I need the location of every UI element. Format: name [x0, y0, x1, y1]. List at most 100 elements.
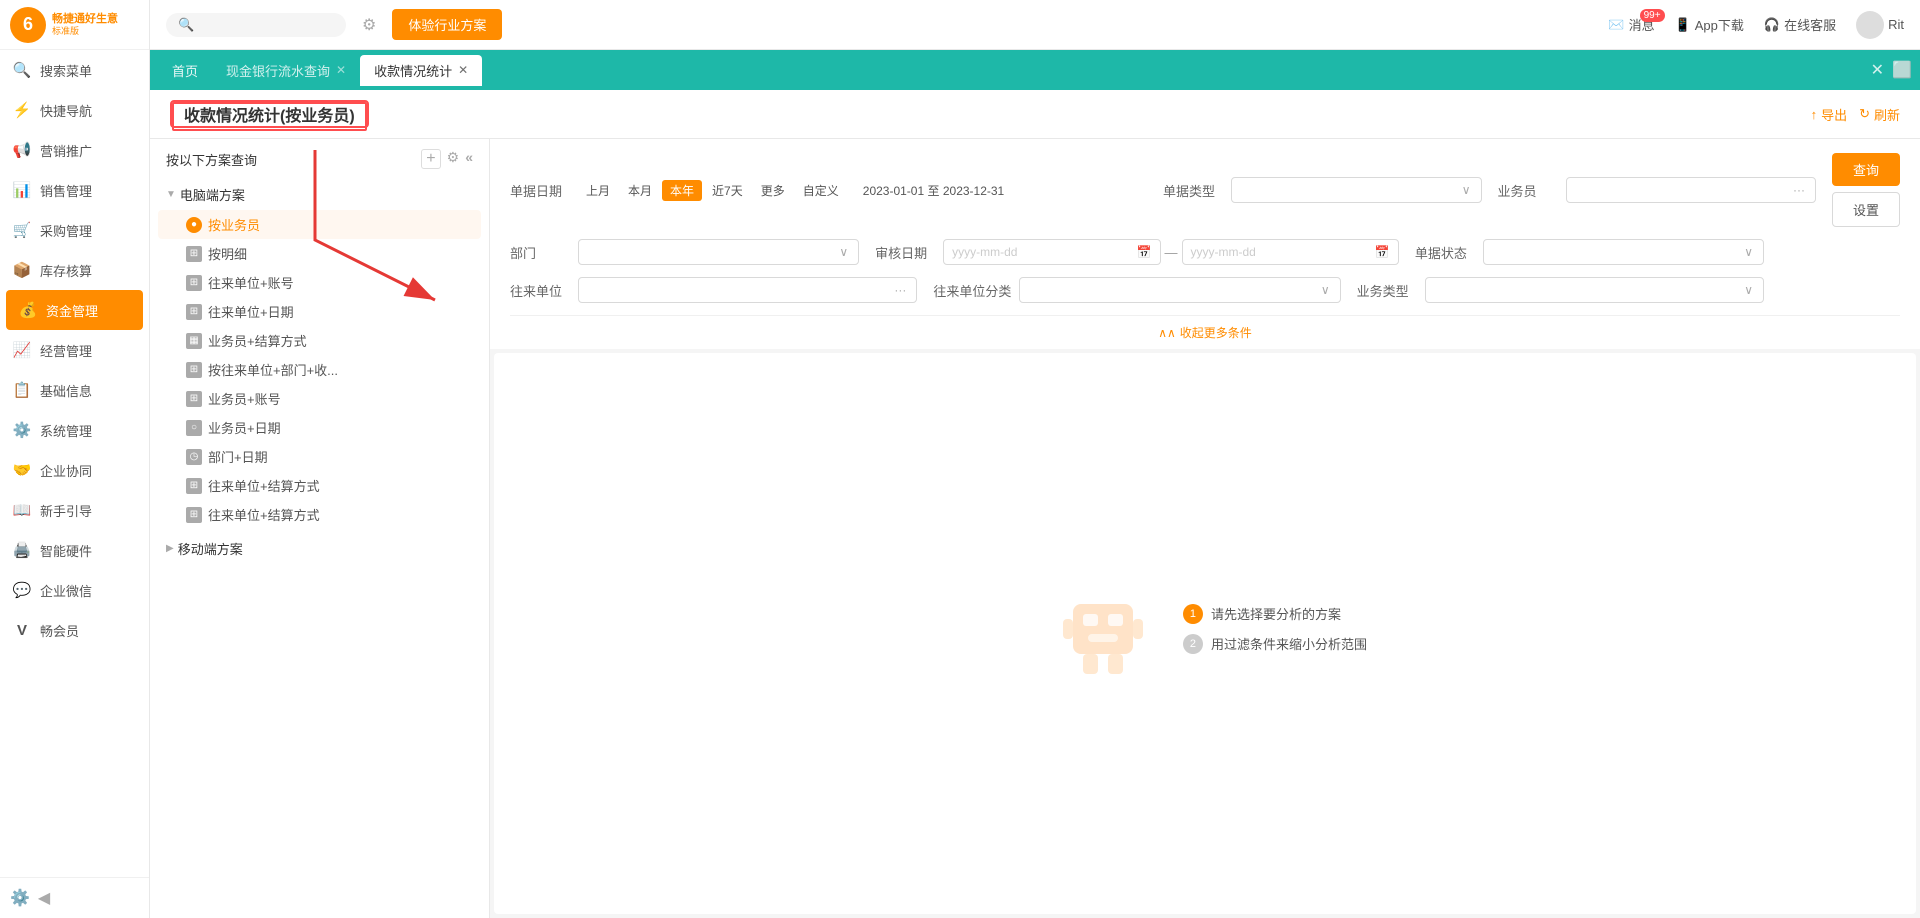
app-version: 标准版 — [52, 26, 118, 38]
counterparty-more-icon[interactable]: ··· — [894, 283, 906, 297]
collapse-up-icon: ∧∧ — [1158, 326, 1176, 340]
unit-account-icon: ⊞ — [186, 275, 202, 291]
salesman-settle-icon: ▦ — [186, 333, 202, 349]
purchase-icon: 🛒 — [12, 220, 32, 240]
salesman-label: 业务员 — [1498, 181, 1558, 200]
setting-button[interactable]: 设置 — [1832, 192, 1900, 227]
sidebar-item-business[interactable]: 📈 经营管理 — [0, 330, 149, 370]
nav-search-input[interactable] — [202, 18, 332, 32]
review-start-date[interactable]: yyyy-mm-dd 📅 — [943, 239, 1160, 265]
sidebar-item-member[interactable]: V 畅会员 — [0, 610, 149, 650]
sidebar-item-marketing[interactable]: 📢 营销推广 — [0, 130, 149, 170]
tree-parent-mobile[interactable]: ▶ 移动端方案 — [158, 533, 481, 564]
sidebar-item-search[interactable]: 🔍 搜索菜单 — [0, 50, 149, 90]
sidebar-item-sales[interactable]: 📊 销售管理 — [0, 170, 149, 210]
search-icon: 🔍 — [12, 60, 32, 80]
review-end-date[interactable]: yyyy-mm-dd 📅 — [1182, 239, 1399, 265]
sidebar-item-inventory[interactable]: 📦 库存核算 — [0, 250, 149, 290]
gear-scheme-icon[interactable]: ⚙ — [447, 149, 460, 169]
tree-item-unit-account[interactable]: ⊞ 往来单位+账号 — [158, 268, 481, 297]
sidebar-item-hardware[interactable]: 🖨️ 智能硬件 — [0, 530, 149, 570]
tree-item-salesman-settle[interactable]: ▦ 业务员+结算方式 — [158, 326, 481, 355]
sidebar-item-wechat[interactable]: 💬 企业微信 — [0, 570, 149, 610]
tree-item-by-salesman[interactable]: ● 按业务员 — [158, 210, 481, 239]
tree-item-by-detail[interactable]: ⊞ 按明细 — [158, 239, 481, 268]
date-range-display: 2023-01-01 至 2023-12-31 — [863, 182, 1004, 199]
panel-icons: + ⚙ « — [421, 149, 473, 169]
hint-1-number: 1 — [1183, 604, 1203, 624]
hint-2-number: 2 — [1183, 634, 1203, 654]
nav-gear-icon[interactable]: ⚙ — [362, 15, 376, 35]
empty-hints: 1 请先选择要分析的方案 2 用过滤条件来缩小分析范围 — [1183, 604, 1367, 664]
collapse-panel-icon[interactable]: « — [465, 149, 473, 169]
date-this-year-btn[interactable]: 本年 — [662, 180, 702, 201]
date-last-month-btn[interactable]: 上月 — [578, 180, 618, 201]
tab-receipt-close-icon[interactable]: ✕ — [458, 63, 468, 77]
sidebar-item-guide[interactable]: 📖 新手引导 — [0, 490, 149, 530]
counterparty-select[interactable]: ··· — [578, 277, 917, 303]
sidebar-item-purchase[interactable]: 🛒 采购管理 — [0, 210, 149, 250]
tab-maximize-icon[interactable]: ✕ — [1871, 60, 1884, 80]
online-service-button[interactable]: 🎧 在线客服 — [1764, 15, 1836, 34]
tab-bank-close-icon[interactable]: ✕ — [336, 63, 346, 77]
date-custom-btn[interactable]: 自定义 — [795, 180, 847, 201]
add-scheme-icon[interactable]: + — [421, 149, 440, 169]
page-title-box: 收款情况统计(按业务员) — [170, 100, 369, 128]
hint-2-text: 用过滤条件来缩小分析范围 — [1211, 634, 1367, 653]
app-download-button[interactable]: 📱 App下载 — [1675, 15, 1744, 34]
tab-home[interactable]: 首页 — [158, 55, 212, 86]
counterparty-type-chevron-icon: ∨ — [1321, 283, 1330, 297]
bill-type-chevron-icon: ∨ — [1462, 183, 1471, 197]
export-button[interactable]: ↑ 导出 — [1811, 105, 1848, 124]
sidebar-item-enterprise[interactable]: 🤝 企业协同 — [0, 450, 149, 490]
tree-item-salesman-account[interactable]: ⊞ 业务员+账号 — [158, 384, 481, 413]
date-this-month-btn[interactable]: 本月 — [620, 180, 660, 201]
sidebar-item-basic[interactable]: 📋 基础信息 — [0, 370, 149, 410]
salesman-select[interactable]: ··· — [1566, 177, 1817, 203]
tree-item-unit-date[interactable]: ⊞ 往来单位+日期 — [158, 297, 481, 326]
date-7days-btn[interactable]: 近7天 — [704, 180, 751, 201]
sidebar-item-quicknav[interactable]: ⚡ 快捷导航 — [0, 90, 149, 130]
page-title: 收款情况统计(按业务员) — [172, 102, 367, 131]
business-type-filter-item: 业务类型 ∨ — [1357, 277, 1764, 303]
tab-receipt[interactable]: 收款情况统计 ✕ — [360, 55, 482, 86]
message-button[interactable]: ✉️ 消息 99+ — [1608, 15, 1654, 34]
date-more-btn[interactable]: 更多 — [753, 180, 793, 201]
trial-button[interactable]: 体验行业方案 — [392, 9, 502, 40]
bill-type-select[interactable]: ∨ — [1231, 177, 1482, 203]
empty-state-area: 1 请先选择要分析的方案 2 用过滤条件来缩小分析范围 — [494, 353, 1916, 914]
tree-item-unit-settle1[interactable]: ⊞ 往来单位+结算方式 — [158, 471, 481, 500]
collapse-sidebar-icon[interactable]: ◀ — [38, 888, 50, 908]
tree-item-unit-dept[interactable]: ⊞ 按往来单位+部门+收... — [158, 355, 481, 384]
business-icon: 📈 — [12, 340, 32, 360]
query-button[interactable]: 查询 — [1832, 153, 1900, 186]
bill-status-select[interactable]: ∨ — [1483, 239, 1764, 265]
date-label: 单据日期 — [510, 181, 570, 200]
counterparty-type-select[interactable]: ∨ — [1019, 277, 1340, 303]
salesman-more-icon[interactable]: ··· — [1793, 183, 1805, 197]
tab-bank[interactable]: 现金银行流水查询 ✕ — [212, 55, 360, 86]
dept-filter-item: 部门 ∨ — [510, 239, 859, 265]
tree-item-unit-settle2[interactable]: ⊞ 往来单位+结算方式 — [158, 500, 481, 529]
user-profile[interactable]: Rit — [1856, 11, 1904, 39]
tree-parent-desktop[interactable]: ▼ 电脑端方案 — [158, 179, 481, 210]
refresh-button[interactable]: ↻ 刷新 — [1859, 105, 1900, 124]
collapse-bar[interactable]: ∧∧ 收起更多条件 — [510, 315, 1900, 349]
export-icon: ↑ — [1811, 107, 1818, 122]
nav-search-box[interactable]: 🔍 — [166, 13, 346, 37]
tree-item-dept-date[interactable]: ◷ 部门+日期 — [158, 442, 481, 471]
counterparty-filter-item: 往来单位 ··· — [510, 277, 917, 303]
sidebar-item-system[interactable]: ⚙️ 系统管理 — [0, 410, 149, 450]
tree-item-salesman-date[interactable]: ○ 业务员+日期 — [158, 413, 481, 442]
tree-mobile-arrow: ▶ — [166, 543, 174, 554]
salesman-date-icon: ○ — [186, 420, 202, 436]
dept-select[interactable]: ∨ — [578, 239, 859, 265]
business-type-select[interactable]: ∨ — [1425, 277, 1764, 303]
empty-robot-illustration — [1043, 584, 1163, 684]
tab-restore-icon[interactable]: ⬜ — [1892, 60, 1912, 80]
sidebar-item-finance[interactable]: 💰 资金管理 — [6, 290, 143, 330]
settings-bottom-icon[interactable]: ⚙️ — [10, 888, 30, 908]
tree-section-desktop: ▼ 电脑端方案 ● 按业务员 ⊞ 按明细 ⊞ 往来单位+账号 ⊞ 往来单位 — [150, 179, 489, 564]
user-name: Rit — [1888, 17, 1904, 32]
empty-hint-2: 2 用过滤条件来缩小分析范围 — [1183, 634, 1367, 654]
